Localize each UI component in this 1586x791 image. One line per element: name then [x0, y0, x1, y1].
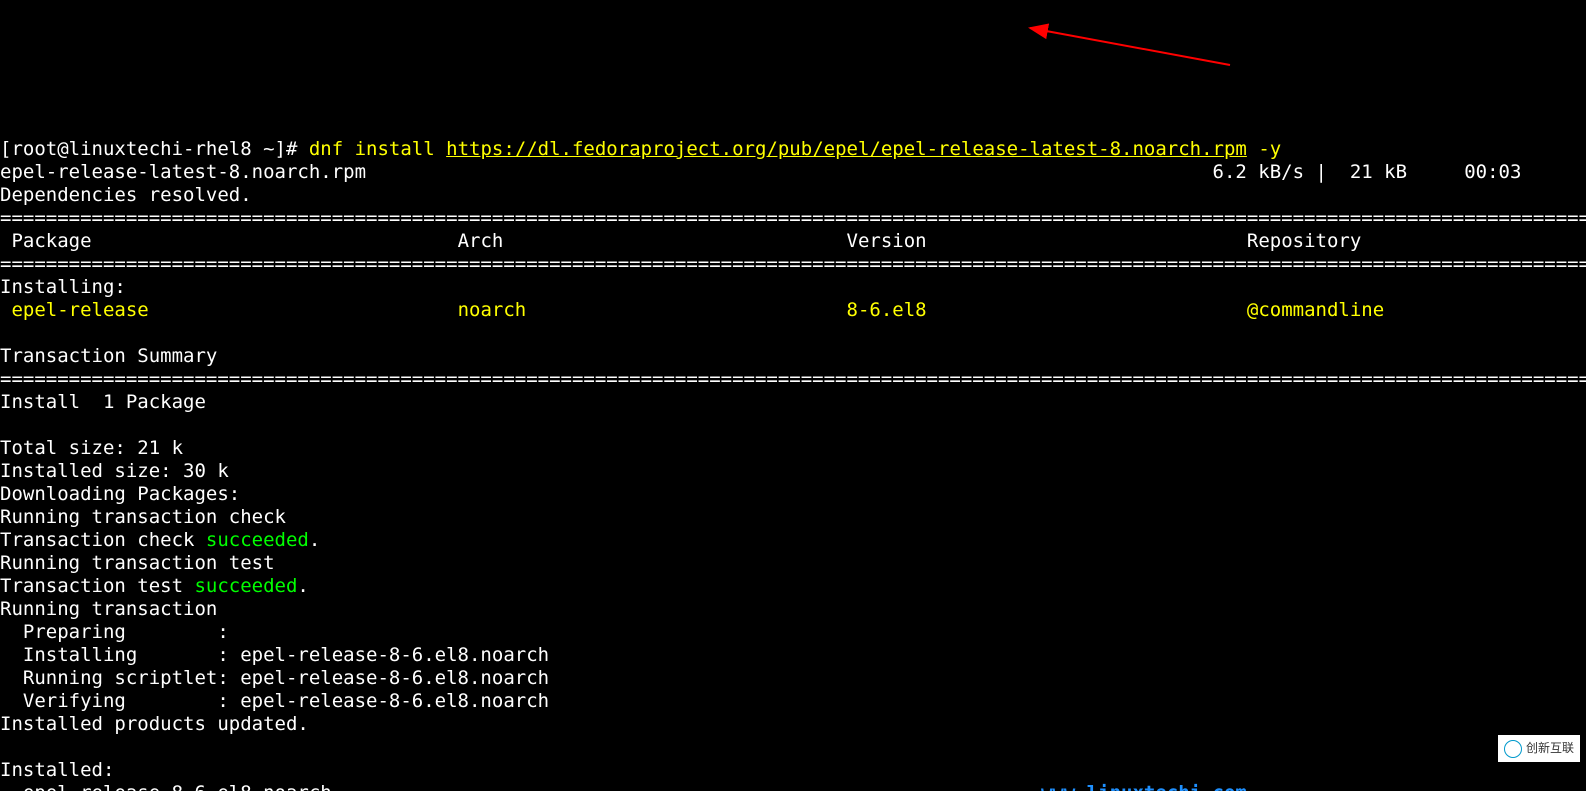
- txn-summary: Transaction Summary: [0, 345, 217, 367]
- download-time: 00:03: [1464, 161, 1521, 183]
- download-size: 21 kB: [1350, 161, 1407, 183]
- check-pre: Transaction check: [0, 529, 206, 551]
- run-txn: Running transaction: [0, 598, 217, 620]
- run-test: Running transaction test: [0, 552, 275, 574]
- deps-resolved: Dependencies resolved.: [0, 184, 252, 206]
- pkg-repo: @commandline: [1247, 299, 1384, 321]
- succeeded: succeeded: [194, 575, 297, 597]
- downloading-packages: Downloading Packages:: [0, 483, 240, 505]
- linuxtechi-watermark: www.linuxtechi.com: [1041, 782, 1247, 791]
- col-repo: Repository: [1247, 230, 1361, 252]
- step-scriptlet: Running scriptlet: epel-release-8-6.el8.…: [0, 667, 549, 689]
- pkg-name: epel-release: [11, 299, 148, 321]
- step-preparing: Preparing :: [0, 621, 240, 643]
- step-installing: Installing : epel-release-8-6.el8.noarch: [0, 644, 549, 666]
- brand-logo-icon: [1504, 740, 1522, 758]
- annotation-arrow: [1020, 20, 1250, 80]
- col-arch: Arch: [458, 230, 504, 252]
- test-pre: Transaction test: [0, 575, 194, 597]
- download-speed: 6.2 kB/s: [1213, 161, 1305, 183]
- dot: .: [309, 529, 320, 551]
- package-url: https://dl.fedoraproject.org/pub/epel/ep…: [446, 138, 1247, 160]
- total-size: Total size: 21 k: [0, 437, 183, 459]
- install-count: Install 1 Package: [0, 391, 206, 413]
- installed-label: Installed:: [0, 759, 114, 781]
- run-check: Running transaction check: [0, 506, 286, 528]
- prompt: [root@linuxtechi-rhel8 ~]#: [0, 138, 309, 160]
- step-verifying: Verifying : epel-release-8-6.el8.noarch: [0, 690, 549, 712]
- download-file: epel-release-latest-8.noarch.rpm: [0, 161, 366, 183]
- yes-flag: -y: [1247, 138, 1281, 160]
- installing-label: Installing:: [0, 276, 126, 298]
- dot: .: [297, 575, 308, 597]
- succeeded: succeeded: [206, 529, 309, 551]
- pipe-sep: |: [1304, 161, 1338, 183]
- col-version: Version: [847, 230, 927, 252]
- pkg-version: 8-6.el8: [847, 299, 927, 321]
- divider: ========================================…: [0, 368, 1586, 390]
- products-updated: Installed products updated.: [0, 713, 309, 735]
- pkg-arch: noarch: [458, 299, 527, 321]
- installed-size: Installed size: 30 k: [0, 460, 229, 482]
- installed-pkg: epel-release-8-6.el8.noarch: [0, 782, 332, 791]
- divider: ========================================…: [0, 207, 1586, 229]
- divider: ========================================…: [0, 253, 1586, 275]
- brand-text: 创新互联: [1526, 737, 1574, 760]
- dnf-command: dnf install: [309, 138, 446, 160]
- terminal[interactable]: [root@linuxtechi-rhel8 ~]# dnf install h…: [0, 115, 1586, 791]
- brand-watermark: 创新互联: [1498, 735, 1580, 762]
- col-package: Package: [11, 230, 91, 252]
